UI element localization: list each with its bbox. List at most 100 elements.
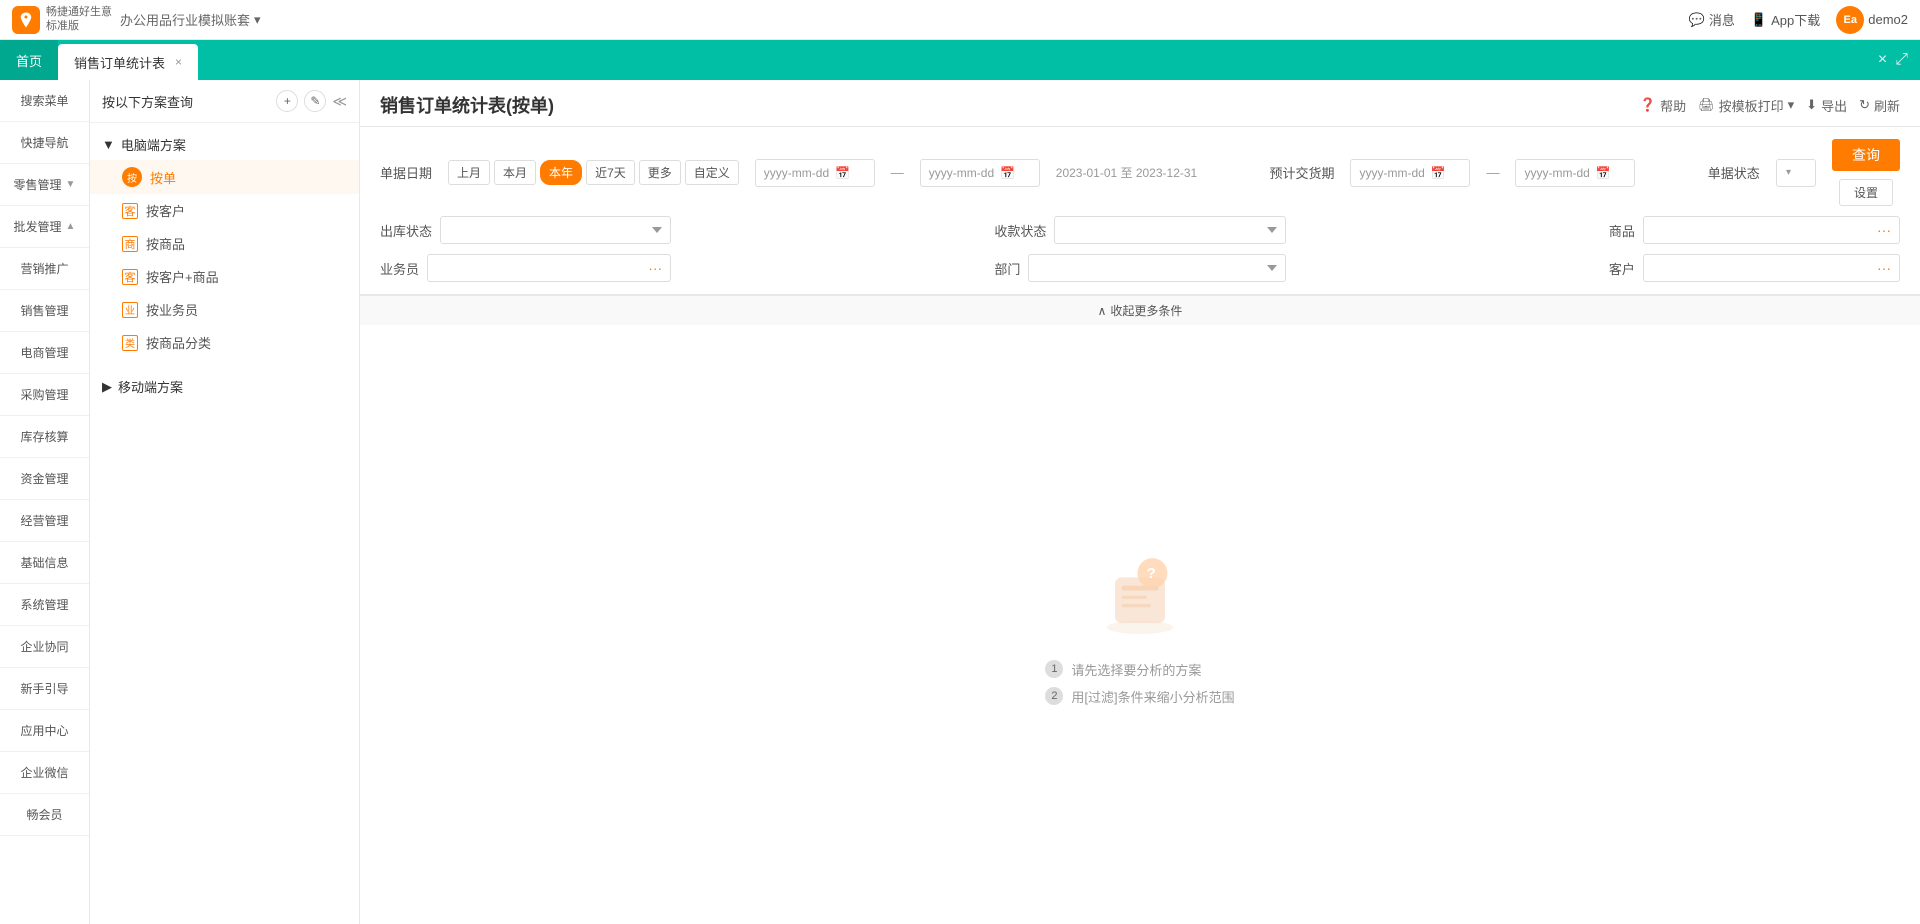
customer-input[interactable] bbox=[1652, 261, 1877, 275]
empty-illustration: ? bbox=[1090, 544, 1190, 644]
custom-date-button[interactable]: 自定义 bbox=[685, 160, 739, 185]
logo-icon bbox=[12, 6, 40, 34]
sidebar-item-sys-mgmt[interactable]: 系统管理 bbox=[0, 584, 89, 626]
scheme-item-by-category[interactable]: 类 按商品分类 bbox=[90, 326, 359, 359]
settings-button[interactable]: 设置 bbox=[1839, 179, 1893, 206]
left-panel-header: 按以下方案查询 + ✎ ≪ bbox=[90, 80, 359, 123]
goods-more-icon[interactable]: ··· bbox=[1877, 222, 1891, 238]
refresh-button[interactable]: ↻ 刷新 bbox=[1859, 96, 1900, 115]
top-bar: 畅捷通好生意 标准版 办公用品行业模拟账套 ▾ 💬 消息 📱 App下载 Ea … bbox=[0, 0, 1920, 40]
sidebar-item-operation[interactable]: 经营管理 bbox=[0, 500, 89, 542]
shipment-group: 出库状态 bbox=[380, 216, 671, 244]
scheme-item-by-product[interactable]: 商 按商品 bbox=[90, 227, 359, 260]
shipment-select[interactable] bbox=[440, 216, 671, 244]
action-buttons: 查询 设置 bbox=[1832, 139, 1900, 206]
sidebar-item-search-menu[interactable]: 搜索菜单 bbox=[0, 80, 89, 122]
mobile-scheme-group: ▶ 移动端方案 bbox=[90, 365, 359, 408]
last-7-days-button[interactable]: 近7天 bbox=[586, 160, 635, 185]
empty-hints: 1 请先选择要分析的方案 2 用[过滤]条件来缩小分析范围 bbox=[1045, 660, 1234, 706]
sidebar-item-app-center[interactable]: 应用中心 bbox=[0, 710, 89, 752]
date-to-input[interactable]: yyyy-mm-dd 📅 bbox=[920, 159, 1040, 187]
top-bar-right: 💬 消息 📱 App下载 Ea demo2 bbox=[1689, 6, 1908, 34]
this-month-button[interactable]: 本月 bbox=[494, 160, 536, 185]
maximize-window-icon[interactable]: ⤢ bbox=[1895, 51, 1908, 69]
sidebar-item-retail[interactable]: 零售管理 ▼ bbox=[0, 164, 89, 206]
user-avatar-area[interactable]: Ea demo2 bbox=[1836, 6, 1908, 34]
tab-close-icon[interactable]: × bbox=[175, 55, 182, 69]
expected-date-to-input[interactable]: yyyy-mm-dd 📅 bbox=[1515, 159, 1635, 187]
sidebar: 搜索菜单 快捷导航 零售管理 ▼ 批发管理 ▲ 营销推广 销售管理 电商管理 采… bbox=[0, 80, 90, 924]
sidebar-item-purchase[interactable]: 采购管理 bbox=[0, 374, 89, 416]
payment-group: 收款状态 bbox=[994, 216, 1285, 244]
more-date-button[interactable]: 更多 bbox=[639, 160, 681, 185]
collapse-icon: ∧ bbox=[1098, 304, 1107, 318]
chevron-right-icon: ▶ bbox=[102, 379, 112, 395]
breadcrumb-chevron-icon: ▾ bbox=[254, 12, 261, 28]
sidebar-item-marketing[interactable]: 营销推广 bbox=[0, 248, 89, 290]
scheme-item-by-customer[interactable]: 客 按客户 bbox=[90, 194, 359, 227]
sidebar-item-sales[interactable]: 销售管理 bbox=[0, 290, 89, 332]
message-button[interactable]: 💬 消息 bbox=[1689, 10, 1735, 29]
status-select[interactable]: ▾ bbox=[1776, 159, 1816, 187]
scheme-panel-actions: + ✎ ≪ bbox=[276, 90, 347, 112]
sidebar-item-guide[interactable]: 新手引导 bbox=[0, 668, 89, 710]
edit-scheme-button[interactable]: ✎ bbox=[304, 90, 326, 112]
help-button[interactable]: ❓ 帮助 bbox=[1640, 96, 1686, 115]
export-button[interactable]: ⬇ 导出 bbox=[1806, 96, 1847, 115]
expected-date-from-input[interactable]: yyyy-mm-dd 📅 bbox=[1350, 159, 1470, 187]
salesperson-more-icon[interactable]: ··· bbox=[648, 260, 662, 276]
dept-select-wrapper bbox=[1028, 254, 1285, 282]
sidebar-item-member[interactable]: 畅会员 bbox=[0, 794, 89, 836]
sidebar-item-basic-info[interactable]: 基础信息 bbox=[0, 542, 89, 584]
scheme-item-by-customer-product[interactable]: 客 按客户+商品 bbox=[90, 260, 359, 293]
customer-more-icon[interactable]: ··· bbox=[1877, 260, 1891, 276]
avatar: Ea bbox=[1836, 6, 1864, 34]
sidebar-item-finance[interactable]: 资金管理 bbox=[0, 458, 89, 500]
pc-scheme-group-header[interactable]: ▼ 电脑端方案 bbox=[90, 129, 359, 160]
nav-tabs: 首页 销售订单统计表 × × ⤢ bbox=[0, 40, 1920, 80]
main-layout: 搜索菜单 快捷导航 零售管理 ▼ 批发管理 ▲ 营销推广 销售管理 电商管理 采… bbox=[0, 80, 1920, 924]
breadcrumb[interactable]: 办公用品行业模拟账套 ▾ bbox=[120, 10, 261, 29]
close-window-icon[interactable]: × bbox=[1878, 51, 1887, 69]
mobile-scheme-group-header[interactable]: ▶ 移动端方案 bbox=[90, 371, 359, 402]
chevron-down-icon: ▼ bbox=[66, 179, 76, 190]
filter-row-3: 业务员 ··· 部门 bbox=[380, 254, 1900, 282]
date-from-input[interactable]: yyyy-mm-dd 📅 bbox=[755, 159, 875, 187]
tab-home[interactable]: 首页 bbox=[0, 40, 58, 80]
calendar-to-icon: 📅 bbox=[1596, 166, 1611, 180]
goods-input[interactable] bbox=[1652, 223, 1877, 237]
sidebar-item-inventory[interactable]: 库存核算 bbox=[0, 416, 89, 458]
sidebar-item-wechat[interactable]: 企业微信 bbox=[0, 752, 89, 794]
query-button[interactable]: 查询 bbox=[1832, 139, 1900, 171]
tab-sales-order-summary[interactable]: 销售订单统计表 × bbox=[58, 44, 198, 80]
scheme-item-by-salesperson[interactable]: 业 按业务员 bbox=[90, 293, 359, 326]
sidebar-item-quick-nav[interactable]: 快捷导航 bbox=[0, 122, 89, 164]
sidebar-item-wholesale[interactable]: 批发管理 ▲ bbox=[0, 206, 89, 248]
collapse-conditions-button[interactable]: ∧ 收起更多条件 bbox=[1098, 302, 1183, 319]
dept-group: 部门 bbox=[994, 254, 1285, 282]
dept-select[interactable] bbox=[1028, 254, 1285, 282]
payment-label: 收款状态 bbox=[994, 221, 1046, 240]
salesperson-label: 业务员 bbox=[380, 259, 419, 278]
pc-scheme-group: ▼ 电脑端方案 按 按单 客 按客户 商 按 bbox=[90, 123, 359, 365]
hint-2-number: 2 bbox=[1045, 687, 1063, 705]
scheme-item-by-order[interactable]: 按 按单 bbox=[90, 160, 359, 194]
payment-select[interactable] bbox=[1054, 216, 1285, 244]
print-button[interactable]: 🖨 按模板打印 ▾ bbox=[1698, 96, 1794, 115]
collapse-panel-button[interactable]: ≪ bbox=[332, 93, 347, 110]
logo-area: 畅捷通好生意 标准版 bbox=[12, 6, 112, 34]
scheme-icon-product: 商 bbox=[122, 236, 138, 252]
app-download-button[interactable]: 📱 App下载 bbox=[1751, 10, 1820, 29]
scheme-icon-salesperson: 业 bbox=[122, 302, 138, 318]
salesperson-input-wrapper: ··· bbox=[427, 254, 671, 282]
add-scheme-button[interactable]: + bbox=[276, 90, 298, 112]
chevron-down-icon: ▼ bbox=[102, 137, 115, 152]
current-year-button[interactable]: 本年 bbox=[540, 160, 582, 185]
sidebar-item-enterprise[interactable]: 企业协同 bbox=[0, 626, 89, 668]
scheme-icon-customer-product: 客 bbox=[122, 269, 138, 285]
customer-input-wrapper: ··· bbox=[1643, 254, 1900, 282]
sidebar-item-ecommerce[interactable]: 电商管理 bbox=[0, 332, 89, 374]
customer-label: 客户 bbox=[1609, 259, 1635, 278]
last-month-button[interactable]: 上月 bbox=[448, 160, 490, 185]
salesperson-input[interactable] bbox=[436, 261, 648, 275]
